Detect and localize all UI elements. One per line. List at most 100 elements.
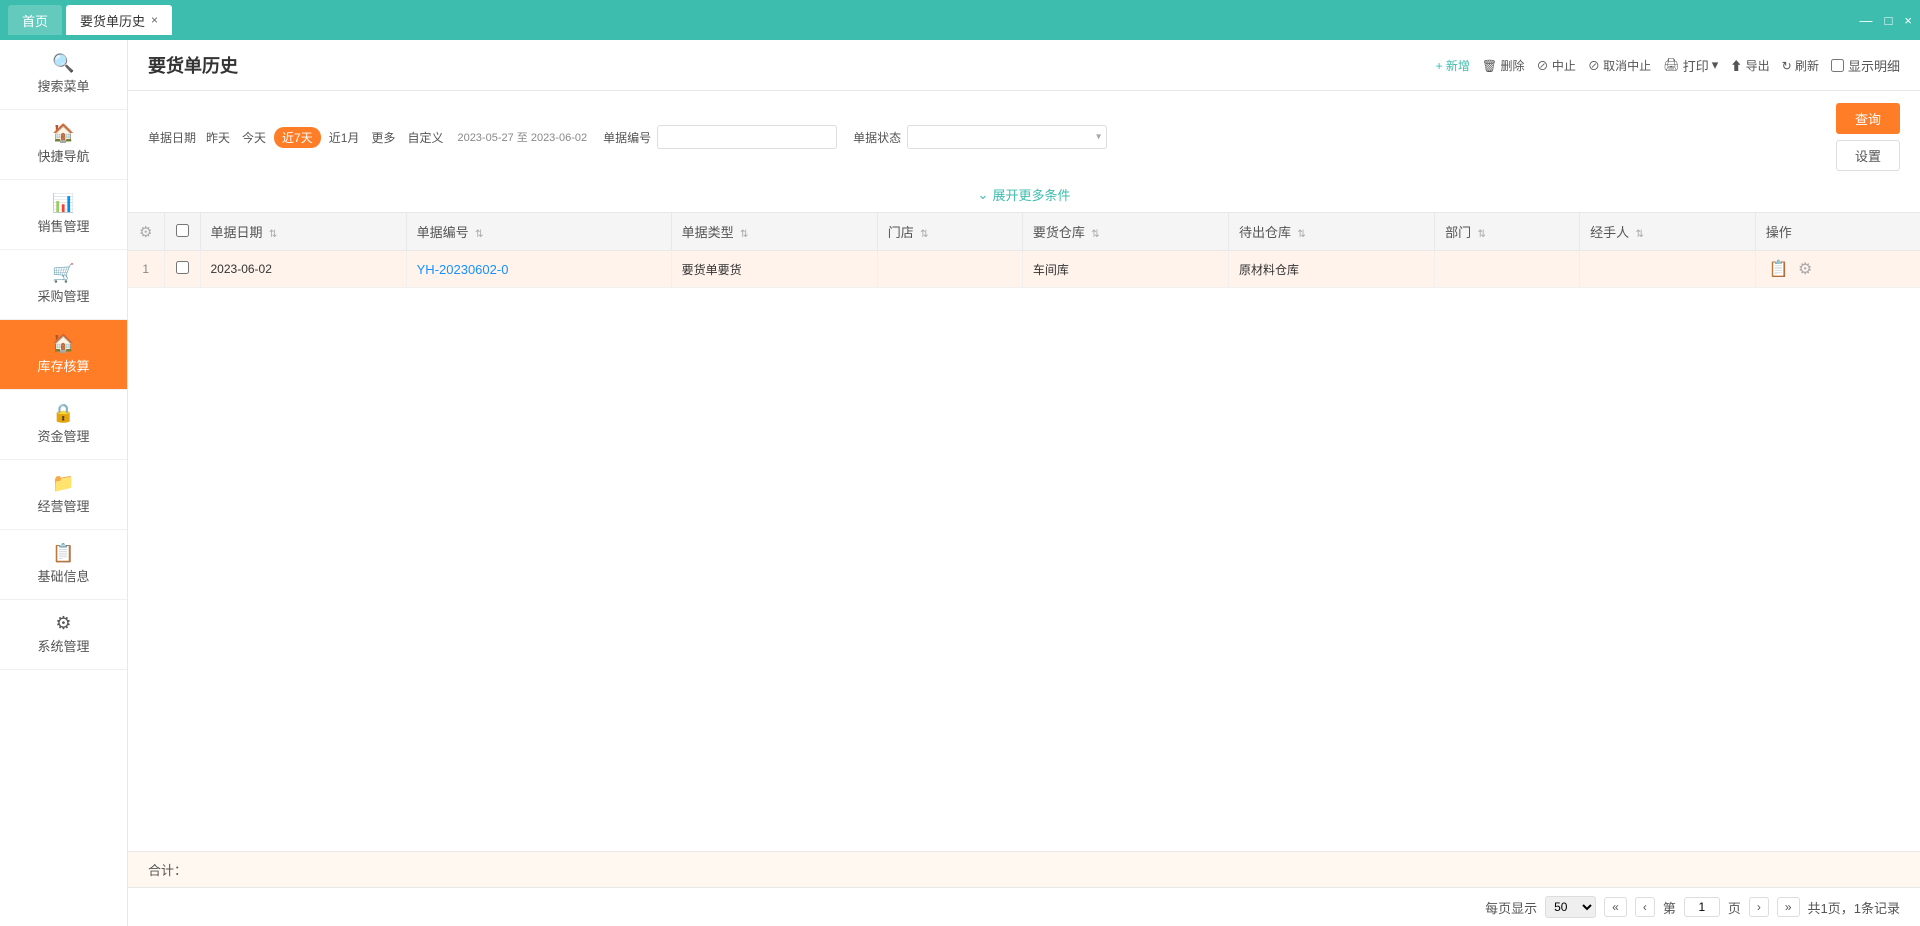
date-opt-custom[interactable]: 自定义 bbox=[403, 127, 447, 148]
table-row: 1 2023-06-02 YH-20230602-0 要货单要货 车间库 原材料… bbox=[128, 251, 1920, 288]
settings-button[interactable]: 设置 bbox=[1836, 140, 1900, 171]
toolbar: + 新增 🗑 删除 ⊘ 中止 ⊘ 取消中止 🖨 打印 ▾ ⬆ 导出 ↻ 刷新 显… bbox=[1436, 56, 1900, 75]
row-pending-warehouse: 原材料仓库 bbox=[1228, 251, 1434, 288]
basic-info-icon: 📋 bbox=[52, 544, 74, 562]
col-pending-warehouse[interactable]: 待出仓库 ⇅ bbox=[1228, 213, 1434, 251]
date-opt-yesterday[interactable]: 昨天 bbox=[202, 127, 234, 148]
sidebar-item-inventory[interactable]: 🏠 库存核算 bbox=[0, 320, 127, 390]
col-settings[interactable]: ⚙ bbox=[128, 213, 164, 251]
add-button[interactable]: + 新增 bbox=[1436, 57, 1470, 74]
row-select-checkbox[interactable] bbox=[176, 261, 189, 274]
sidebar-item-search-menu[interactable]: 🔍 搜索菜单 bbox=[0, 40, 127, 110]
content: 要货单历史 + 新增 🗑 删除 ⊘ 中止 ⊘ 取消中止 🖨 打印 ▾ ⬆ 导出 … bbox=[128, 40, 1920, 926]
col-dept-sort-icon: ⇅ bbox=[1477, 229, 1485, 240]
page-size-select[interactable]: 20 50 100 bbox=[1545, 896, 1596, 918]
date-opt-more[interactable]: 更多 bbox=[367, 127, 399, 148]
sidebar-item-purchase-mgmt[interactable]: 🛒 采购管理 bbox=[0, 250, 127, 320]
last-page-button[interactable]: » bbox=[1777, 897, 1800, 917]
finance-icon: 🔒 bbox=[52, 404, 74, 422]
col-store[interactable]: 门店 ⇅ bbox=[877, 213, 1022, 251]
col-handler[interactable]: 经手人 ⇅ bbox=[1580, 213, 1756, 251]
row-checkbox[interactable] bbox=[164, 251, 200, 288]
tab-home[interactable]: 首页 bbox=[8, 5, 62, 35]
print-dropdown-icon[interactable]: ▾ bbox=[1712, 57, 1719, 73]
page-number-input[interactable] bbox=[1684, 897, 1720, 917]
expand-more-button[interactable]: ⌄ 展开更多条件 bbox=[148, 181, 1900, 212]
sidebar-item-purchase-label: 采购管理 bbox=[37, 286, 89, 305]
col-dept-label: 部门 bbox=[1445, 225, 1471, 240]
col-pending-warehouse-label: 待出仓库 bbox=[1239, 225, 1291, 240]
sales-mgmt-icon: 📊 bbox=[52, 194, 74, 212]
display-detail-checkbox[interactable] bbox=[1831, 59, 1844, 72]
col-doc-date[interactable]: 单据日期 ⇅ bbox=[200, 213, 406, 251]
col-req-warehouse[interactable]: 要货仓库 ⇅ bbox=[1022, 213, 1228, 251]
row-more-icon[interactable]: ⚙ bbox=[1798, 261, 1812, 278]
sidebar-item-finance-label: 资金管理 bbox=[37, 426, 89, 445]
filter-area: 单据日期 昨天 今天 近7天 近1月 更多 自定义 2023-05-27 至 2… bbox=[128, 91, 1920, 213]
col-doc-date-sort-icon: ⇅ bbox=[269, 229, 277, 240]
doc-number-input[interactable] bbox=[657, 125, 837, 149]
col-doc-number[interactable]: 单据编号 ⇅ bbox=[406, 213, 671, 251]
col-pending-warehouse-sort-icon: ⇅ bbox=[1297, 229, 1305, 240]
row-req-warehouse: 车间库 bbox=[1022, 251, 1228, 288]
table-header-row: ⚙ 单据日期 ⇅ 单据编号 ⇅ bbox=[128, 213, 1920, 251]
row-edit-icon[interactable]: 📋 bbox=[1769, 261, 1789, 278]
top-bar: 首页 要货单历史 × — □ × bbox=[0, 0, 1920, 40]
row-operation: 📋 ⚙ bbox=[1755, 251, 1920, 288]
date-opt-7days[interactable]: 近7天 bbox=[274, 127, 321, 148]
tab-close-icon[interactable]: × bbox=[151, 14, 158, 26]
first-page-button[interactable]: « bbox=[1604, 897, 1627, 917]
sidebar-item-finance[interactable]: 🔒 资金管理 bbox=[0, 390, 127, 460]
col-doc-type-sort-icon: ⇅ bbox=[740, 229, 748, 240]
doc-number-label: 单据编号 bbox=[603, 129, 651, 146]
prev-page-button[interactable]: ‹ bbox=[1635, 897, 1655, 917]
print-button[interactable]: 🖨 打印 ▾ bbox=[1663, 56, 1718, 75]
col-doc-date-label: 单据日期 bbox=[211, 225, 263, 240]
table-settings-icon[interactable]: ⚙ bbox=[139, 224, 152, 241]
sidebar-item-sales-mgmt[interactable]: 📊 销售管理 bbox=[0, 180, 127, 250]
doc-status-label: 单据状态 bbox=[853, 129, 901, 146]
expand-more-label: 展开更多条件 bbox=[992, 185, 1070, 204]
sidebar-item-basic-info[interactable]: 📋 基础信息 bbox=[0, 530, 127, 600]
tab-requisition-history[interactable]: 要货单历史 × bbox=[66, 5, 172, 35]
row-doc-number[interactable]: YH-20230602-0 bbox=[406, 251, 671, 288]
query-button[interactable]: 查询 bbox=[1836, 103, 1900, 134]
date-opt-1month[interactable]: 近1月 bbox=[325, 127, 364, 148]
purchase-mgmt-icon: 🛒 bbox=[52, 264, 74, 282]
refresh-button[interactable]: ↻ 刷新 bbox=[1782, 57, 1819, 74]
stop-button[interactable]: ⊘ 中止 bbox=[1537, 57, 1576, 74]
sidebar: 🔍 搜索菜单 🏠 快捷导航 📊 销售管理 🛒 采购管理 🏠 库存核算 🔒 资金管… bbox=[0, 40, 128, 926]
filter-row: 单据日期 昨天 今天 近7天 近1月 更多 自定义 2023-05-27 至 2… bbox=[148, 103, 1900, 181]
window-close-icon[interactable]: × bbox=[1904, 13, 1912, 28]
sidebar-item-system-mgmt[interactable]: ⚙ 系统管理 bbox=[0, 600, 127, 670]
display-detail-toggle[interactable]: 显示明细 bbox=[1831, 56, 1900, 75]
delete-button[interactable]: 🗑 删除 bbox=[1482, 57, 1525, 74]
top-bar-right: — □ × bbox=[1860, 13, 1912, 28]
next-page-button[interactable]: › bbox=[1749, 897, 1769, 917]
date-filter-group: 单据日期 昨天 今天 近7天 近1月 更多 自定义 2023-05-27 至 2… bbox=[148, 127, 587, 148]
window-maximize-icon[interactable]: □ bbox=[1885, 13, 1893, 28]
export-button[interactable]: ⬆ 导出 bbox=[1730, 57, 1769, 74]
inventory-icon: 🏠 bbox=[52, 334, 74, 352]
window-minimize-icon[interactable]: — bbox=[1860, 13, 1873, 28]
doc-number-link[interactable]: YH-20230602-0 bbox=[417, 262, 509, 277]
doc-status-filter-group: 单据状态 ▾ bbox=[853, 125, 1107, 149]
sidebar-item-quick-nav[interactable]: 🏠 快捷导航 bbox=[0, 110, 127, 180]
summary-label: 合计： bbox=[148, 863, 187, 878]
sidebar-item-sales-label: 销售管理 bbox=[37, 216, 89, 235]
doc-status-select[interactable] bbox=[907, 125, 1107, 149]
cancel-stop-button[interactable]: ⊘ 取消中止 bbox=[1588, 57, 1651, 74]
col-req-warehouse-label: 要货仓库 bbox=[1033, 225, 1085, 240]
goto-label: 第 bbox=[1663, 898, 1676, 917]
date-opt-today[interactable]: 今天 bbox=[238, 127, 270, 148]
print-label: 打印 bbox=[1683, 56, 1709, 75]
col-operation-label: 操作 bbox=[1766, 225, 1792, 240]
doc-number-filter-group: 单据编号 bbox=[603, 125, 837, 149]
sidebar-item-operations[interactable]: 📁 经营管理 bbox=[0, 460, 127, 530]
col-operation: 操作 bbox=[1755, 213, 1920, 251]
row-store bbox=[877, 251, 1022, 288]
col-doc-type[interactable]: 单据类型 ⇅ bbox=[671, 213, 877, 251]
col-dept[interactable]: 部门 ⇅ bbox=[1435, 213, 1580, 251]
col-doc-number-label: 单据编号 bbox=[417, 225, 469, 240]
select-all-checkbox[interactable] bbox=[176, 224, 189, 237]
